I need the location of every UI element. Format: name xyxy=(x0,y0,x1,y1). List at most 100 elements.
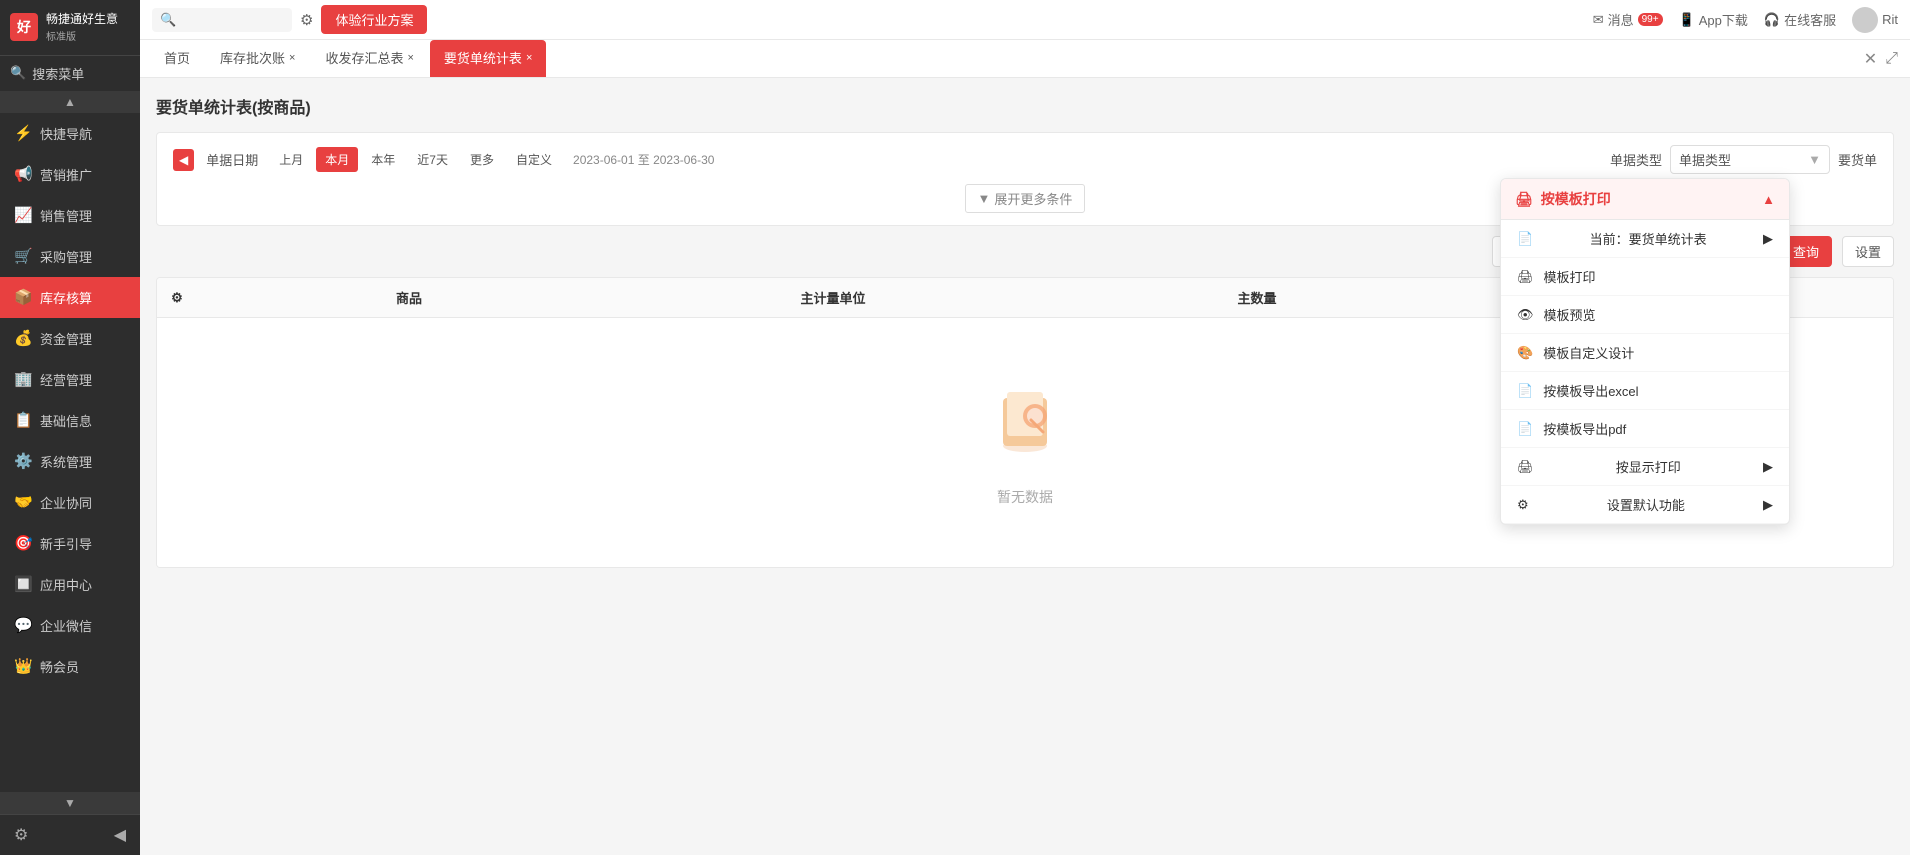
sidebar-item-purchase[interactable]: 🛒 采购管理 xyxy=(0,236,140,277)
dropdown-current-template[interactable]: 📄 当前：要货单统计表 ▶ xyxy=(1501,220,1789,258)
tab-order-stats[interactable]: 要货单统计表 × xyxy=(430,40,546,77)
messages-badge: 99+ xyxy=(1638,13,1663,26)
dropdown-item-template-design[interactable]: 🎨 模板自定义设计 xyxy=(1501,334,1789,372)
expand-conditions-btn[interactable]: ▼ 展开更多条件 xyxy=(965,184,1086,213)
sidebar-scroll-down[interactable]: ▼ xyxy=(0,792,140,814)
tab-close-all-btn[interactable]: ✕ xyxy=(1864,49,1877,69)
member-icon: 👑 xyxy=(14,657,32,675)
dropdown-default-func[interactable]: ⚙ 设置默认功能 ▶ xyxy=(1501,486,1789,524)
sidebar-nav: ⚡ 快捷导航 📢 营销推广 📈 销售管理 🛒 采购管理 📦 库存核算 💰 资金管… xyxy=(0,113,140,792)
sidebar-item-label: 企业协同 xyxy=(40,493,92,512)
template-print-label: 模板打印 xyxy=(1544,267,1773,286)
current-template-icon: 📄 xyxy=(1517,231,1533,247)
dropdown-item-export-pdf[interactable]: 📄 按模板导出pdf xyxy=(1501,410,1789,448)
sidebar-item-basic[interactable]: 📋 基础信息 xyxy=(0,400,140,441)
filter-collapse-btn[interactable]: ◀ xyxy=(173,149,194,171)
sidebar-item-finance[interactable]: 💰 资金管理 xyxy=(0,318,140,359)
date-btn-last-month[interactable]: 上月 xyxy=(270,147,312,172)
tabbar: 首页 库存批次账 × 收发存汇总表 × 要货单统计表 × ✕ ⤢ xyxy=(140,40,1910,78)
sidebar-item-apps[interactable]: 🔲 应用中心 xyxy=(0,564,140,605)
sidebar-item-label: 资金管理 xyxy=(40,329,92,348)
sidebar-item-sales[interactable]: 📈 销售管理 xyxy=(0,195,140,236)
industry-btn[interactable]: 体验行业方案 xyxy=(321,5,427,34)
tab-receipt-summary[interactable]: 收发存汇总表 × xyxy=(311,40,427,77)
date-btn-group: 上月 本月 本年 近7天 更多 自定义 xyxy=(270,147,561,172)
sidebar-item-member[interactable]: 👑 畅会员 xyxy=(0,646,140,687)
sidebar-item-label: 快捷导航 xyxy=(40,124,92,143)
tab-home[interactable]: 首页 xyxy=(150,40,204,77)
sidebar-item-operation[interactable]: 🏢 经营管理 xyxy=(0,359,140,400)
app-download-icon: 📱 xyxy=(1679,12,1695,28)
sidebar-item-inventory[interactable]: 📦 库存核算 xyxy=(0,277,140,318)
app-download-label: App下载 xyxy=(1699,10,1748,29)
messages-action[interactable]: ✉ 消息 99+ xyxy=(1593,10,1663,29)
search-icon: 🔍 xyxy=(10,65,26,81)
topbar-search-box[interactable]: 🔍 xyxy=(152,8,292,32)
date-btn-this-year[interactable]: 本年 xyxy=(362,147,404,172)
filter-right-group: 单据类型 单据类型 ▼ 要货单 xyxy=(1610,145,1877,174)
sidebar-item-label: 应用中心 xyxy=(40,575,92,594)
date-btn-custom[interactable]: 自定义 xyxy=(507,147,561,172)
tab-order-stats-close[interactable]: × xyxy=(526,52,532,64)
sidebar-item-marketing[interactable]: 📢 营销推广 xyxy=(0,154,140,195)
dropdown-item-export-excel[interactable]: 📄 按模板导出excel xyxy=(1501,372,1789,410)
sidebar-item-system[interactable]: ⚙️ 系统管理 xyxy=(0,441,140,482)
order-status-label: 要货单 xyxy=(1838,150,1877,169)
dropdown-collapse-icon[interactable]: ▲ xyxy=(1762,192,1775,207)
settings-btn[interactable]: 设置 xyxy=(1842,236,1894,267)
tab-maximize-btn[interactable]: ⤢ xyxy=(1885,50,1898,68)
bill-type-arrow-icon: ▼ xyxy=(1808,152,1821,167)
export-pdf-icon: 📄 xyxy=(1517,421,1533,437)
default-func-arrow: ▶ xyxy=(1763,497,1773,513)
page-content: 要货单统计表(按商品) ◀ 单据日期 上月 本月 本年 近7天 更多 自定义 2… xyxy=(140,78,1910,855)
topbar-search-input[interactable] xyxy=(180,13,270,27)
sidebar-item-label: 新手引导 xyxy=(40,534,92,553)
export-excel-label: 按模板导出excel xyxy=(1543,381,1773,400)
dropdown-item-template-preview[interactable]: 👁 模板预览 xyxy=(1501,296,1789,334)
dropdown-item-template-print[interactable]: 🖨 模板打印 xyxy=(1501,258,1789,296)
date-btn-more[interactable]: 更多 xyxy=(461,147,503,172)
sidebar-item-quick-nav[interactable]: ⚡ 快捷导航 xyxy=(0,113,140,154)
tab-receipt-summary-label: 收发存汇总表 xyxy=(325,48,403,67)
finance-icon: 💰 xyxy=(14,329,32,347)
user-avatar[interactable]: Rit xyxy=(1852,7,1898,33)
template-preview-label: 模板预览 xyxy=(1544,305,1773,324)
messages-label: 消息 xyxy=(1608,10,1634,29)
sidebar-item-wechat[interactable]: 💬 企业微信 xyxy=(0,605,140,646)
apps-icon: 🔲 xyxy=(14,575,32,593)
sidebar-item-guide[interactable]: 🎯 新手引导 xyxy=(0,523,140,564)
dropdown-display-print[interactable]: 🖨 按显示打印 ▶ xyxy=(1501,448,1789,486)
bill-type-label: 单据类型 xyxy=(1610,150,1662,169)
guide-icon: 🎯 xyxy=(14,534,32,552)
sidebar-item-label: 采购管理 xyxy=(40,247,92,266)
topbar-actions: ✉ 消息 99+ 📱 App下载 🎧 在线客服 Rit xyxy=(1593,7,1898,33)
dropdown-print-icon: 🖨 xyxy=(1515,191,1533,208)
sidebar-logo: 好 畅捷通好生意 标准版 xyxy=(0,0,140,56)
topbar-gear-icon[interactable]: ⚙ xyxy=(300,11,313,29)
sidebar-scroll-up[interactable]: ▲ xyxy=(0,91,140,113)
date-btn-this-month[interactable]: 本月 xyxy=(316,147,358,172)
page-title: 要货单统计表(按商品) xyxy=(156,94,1894,118)
message-icon: ✉ xyxy=(1593,12,1604,28)
footer-settings-icon[interactable]: ⚙ xyxy=(14,825,28,845)
bill-type-value: 单据类型 xyxy=(1679,150,1731,169)
sidebar-item-label: 畅会员 xyxy=(40,657,79,676)
sidebar-search[interactable]: 🔍 搜索菜单 xyxy=(0,56,140,91)
footer-collapse-icon[interactable]: ◀ xyxy=(114,825,126,845)
inventory-icon: 📦 xyxy=(14,288,32,306)
logo-text: 畅捷通好生意 xyxy=(46,12,118,28)
date-btn-7days[interactable]: 近7天 xyxy=(408,147,457,172)
tab-inventory-batch-close[interactable]: × xyxy=(289,52,295,64)
tab-inventory-batch-label: 库存批次账 xyxy=(220,48,285,67)
th-gear[interactable]: ⚙ xyxy=(157,290,197,306)
dropdown-header-right: ▲ xyxy=(1762,192,1775,207)
sales-icon: 📈 xyxy=(14,206,32,224)
tab-receipt-summary-close[interactable]: × xyxy=(407,52,413,64)
bill-type-select[interactable]: 单据类型 ▼ xyxy=(1670,145,1830,174)
online-service-action[interactable]: 🎧 在线客服 xyxy=(1764,10,1836,29)
sidebar-item-collab[interactable]: 🤝 企业协同 xyxy=(0,482,140,523)
tab-inventory-batch[interactable]: 库存批次账 × xyxy=(206,40,309,77)
user-name: Rit xyxy=(1882,12,1898,27)
logo-icon: 好 xyxy=(10,13,38,41)
app-download-action[interactable]: 📱 App下载 xyxy=(1679,10,1748,29)
